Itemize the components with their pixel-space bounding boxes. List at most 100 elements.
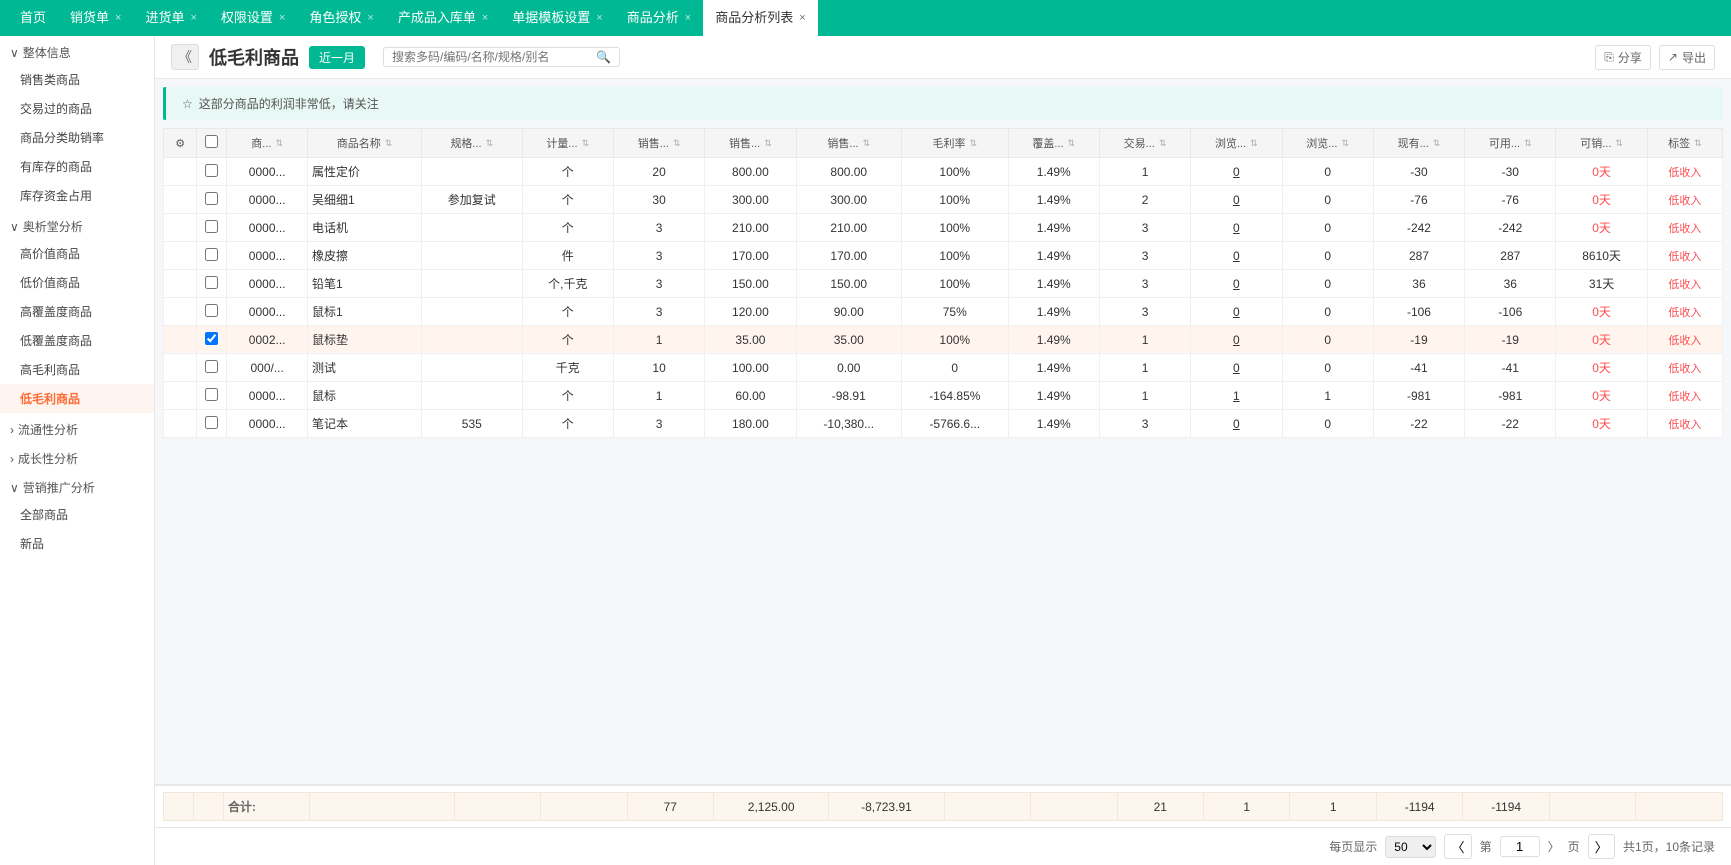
nav-template-setting[interactable]: 单据模板设置 × [500,0,614,36]
td-view1[interactable]: 0 [1191,270,1282,298]
td-checkbox[interactable] [197,158,227,186]
td-view1[interactable]: 0 [1191,298,1282,326]
select-all-checkbox[interactable] [205,135,218,148]
nav-role-auth[interactable]: 角色授权 × [297,0,385,36]
td-checkbox[interactable] [197,270,227,298]
th-view2[interactable]: 浏览...⇅ [1282,129,1373,158]
nav-purchase-order[interactable]: 进货单 × [133,0,208,36]
sidebar-item-new-products[interactable]: 新品 [0,529,154,558]
th-spec[interactable]: 规格...⇅ [421,129,522,158]
sidebar-item-traded[interactable]: 交易过的商品 [0,94,154,123]
sidebar-item-low-value[interactable]: 低价值商品 [0,268,154,297]
sidebar-item-all-products[interactable]: 全部商品 [0,500,154,529]
td-name: 测试 [308,354,422,382]
nav-home[interactable]: 首页 [8,0,58,36]
arrow-right-icon: › [10,423,14,437]
nav-close-icon[interactable]: × [367,0,373,36]
td-checkbox[interactable] [197,186,227,214]
td-tag: 低收入 [1647,410,1722,438]
sidebar-item-low-margin[interactable]: 低毛利商品 [0,384,154,413]
th-sales-price[interactable]: 销售...⇅ [705,129,796,158]
td-spec [421,214,522,242]
td-view1[interactable]: 0 [1191,186,1282,214]
td-settings [164,186,197,214]
td-view1[interactable]: 0 [1191,326,1282,354]
sidebar-item-low-coverage[interactable]: 低覆盖度商品 [0,326,154,355]
nav-sales-order[interactable]: 销货单 × [58,0,133,36]
td-checkbox[interactable] [197,298,227,326]
nav-close-icon[interactable]: × [190,0,196,36]
td-checkbox[interactable] [197,214,227,242]
prev-page-button[interactable]: 〈 [1444,834,1471,859]
nav-product-in[interactable]: 产成品入库单 × [386,0,500,36]
collapse-button[interactable]: 《 [171,44,199,70]
th-unit[interactable]: 计量...⇅ [522,129,613,158]
per-page-select[interactable]: 50 10 20 100 [1385,836,1436,858]
sidebar-item-category-rate[interactable]: 商品分类助销率 [0,123,154,152]
th-tag[interactable]: 标签⇅ [1647,129,1722,158]
sidebar-item-in-stock[interactable]: 有库存的商品 [0,152,154,181]
td-checkbox[interactable] [197,354,227,382]
sidebar-group-overall[interactable]: ∨ 整体信息 [0,36,154,65]
nav-close-icon[interactable]: × [279,0,285,36]
share-button[interactable]: ⎘ 分享 [1595,45,1651,70]
search-icon[interactable]: 🔍 [596,50,611,64]
td-view2: 0 [1282,158,1373,186]
td-sellable: 0天 [1556,186,1647,214]
sidebar-group-marketing[interactable]: ∨ 营销推广分析 [0,471,154,500]
td-view1[interactable]: 0 [1191,242,1282,270]
th-sales-qty[interactable]: 销售...⇅ [613,129,704,158]
td-view2: 1 [1282,382,1373,410]
td-checkbox[interactable] [197,382,227,410]
td-view1[interactable]: 0 [1191,158,1282,186]
th-view1[interactable]: 浏览...⇅ [1191,129,1282,158]
th-checkbox[interactable] [197,129,227,158]
sidebar-group-analysis[interactable]: ∨ 奥析堂分析 [0,210,154,239]
th-sellable[interactable]: 可销...⇅ [1556,129,1647,158]
next-page-button[interactable]: 〉 [1588,834,1615,859]
nav-close-icon[interactable]: × [115,0,121,36]
td-view1[interactable]: 0 [1191,410,1282,438]
search-input[interactable] [392,50,592,64]
nav-close-icon[interactable]: × [596,0,602,36]
sidebar-item-sales-category[interactable]: 销售类商品 [0,65,154,94]
sidebar-item-capital[interactable]: 库存资金占用 [0,181,154,210]
td-name: 鼠标垫 [308,326,422,354]
td-checkbox[interactable] [197,242,227,270]
td-view1[interactable]: 0 [1191,354,1282,382]
period-button[interactable]: 近一月 [309,46,365,69]
th-name[interactable]: 商品名称⇅ [308,129,422,158]
td-tag: 低收入 [1647,242,1722,270]
nav-product-analysis-list[interactable]: 商品分析列表 × [703,0,817,36]
sidebar-item-high-coverage[interactable]: 高覆盖度商品 [0,297,154,326]
td-available: -76 [1465,186,1556,214]
sidebar-item-high-margin[interactable]: 高毛利商品 [0,355,154,384]
nav-close-icon[interactable]: × [685,0,691,36]
td-name: 鼠标1 [308,298,422,326]
page-input[interactable] [1500,836,1540,857]
td-checkbox[interactable] [197,410,227,438]
th-sales-amount[interactable]: 销售...⇅ [796,129,901,158]
nav-close-icon[interactable]: × [799,0,805,36]
sidebar-group-growth[interactable]: › 成长性分析 [0,442,154,471]
page-of: 页 [1568,838,1580,855]
td-tag: 低收入 [1647,326,1722,354]
th-gross-margin[interactable]: 毛利率⇅ [901,129,1008,158]
td-checkbox[interactable] [197,326,227,354]
th-settings[interactable]: ⚙ [164,129,197,158]
nav-close-icon[interactable]: × [482,0,488,36]
th-available[interactable]: 可用...⇅ [1465,129,1556,158]
nav-product-analysis[interactable]: 商品分析 × [615,0,703,36]
sidebar-item-high-value[interactable]: 高价值商品 [0,239,154,268]
td-view1[interactable]: 0 [1191,214,1282,242]
nav-permission-setting[interactable]: 权限设置 × [209,0,297,36]
sidebar-group-circulation[interactable]: › 流通性分析 [0,413,154,442]
th-trade[interactable]: 交易...⇅ [1099,129,1190,158]
export-button[interactable]: ↗ 导出 [1659,45,1715,70]
td-gross-margin: 100% [901,158,1008,186]
td-view1[interactable]: 1 [1191,382,1282,410]
th-code[interactable]: 商...⇅ [227,129,308,158]
th-current[interactable]: 现有...⇅ [1373,129,1464,158]
td-sales-price: 180.00 [705,410,796,438]
th-coverage[interactable]: 覆盖...⇅ [1008,129,1099,158]
